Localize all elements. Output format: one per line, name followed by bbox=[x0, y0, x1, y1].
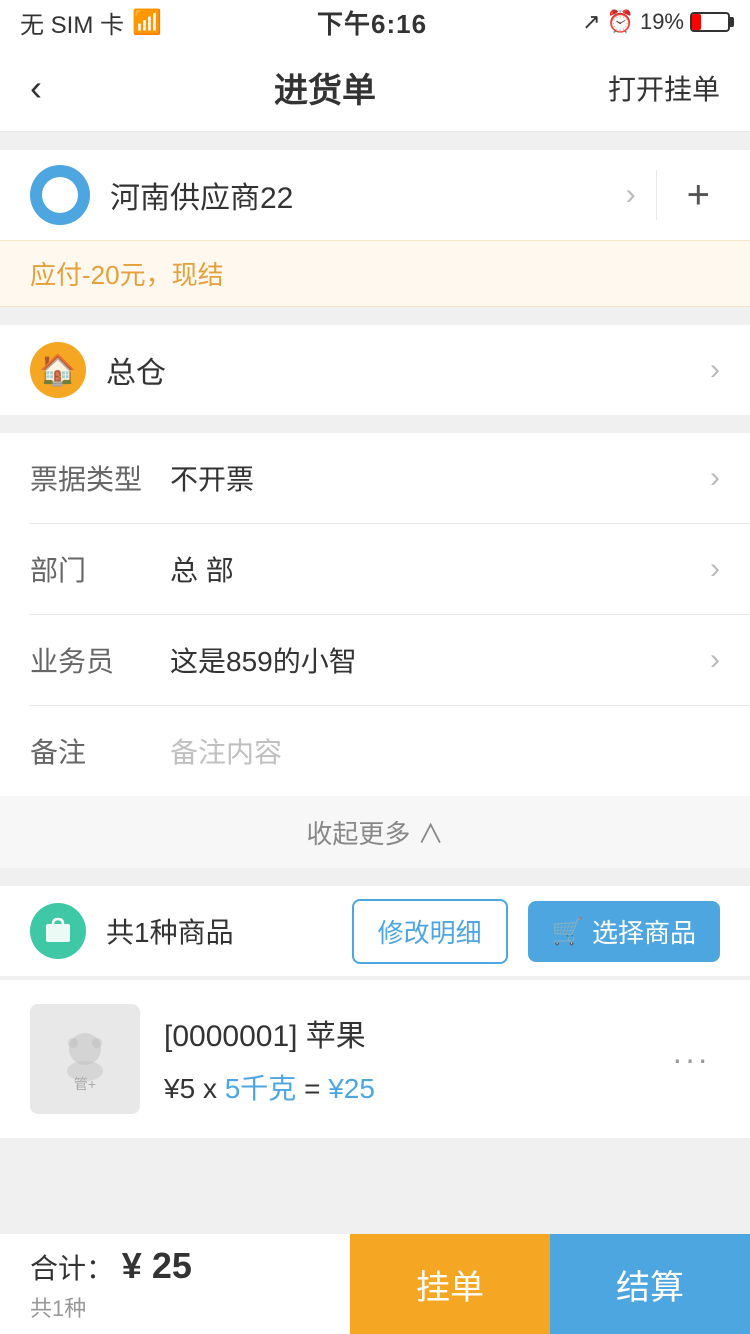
footer-spacer bbox=[0, 1138, 750, 1248]
invoice-label: 票据类型 bbox=[30, 458, 170, 498]
page-title: 进货单 bbox=[274, 63, 376, 112]
dept-label: 部门 bbox=[30, 549, 170, 589]
battery-icon bbox=[690, 12, 730, 32]
carrier-label: 无 SIM 卡 bbox=[20, 5, 124, 40]
dept-chevron-icon: › bbox=[710, 552, 720, 586]
product-header: 共1种商品 修改明细 🛒 选择商品 bbox=[0, 886, 750, 976]
avatar-inner bbox=[42, 177, 78, 213]
invoice-chevron-icon: › bbox=[710, 461, 720, 495]
edit-detail-button[interactable]: 修改明细 bbox=[352, 899, 508, 964]
remark-placeholder[interactable]: 备注内容 bbox=[170, 731, 720, 771]
supplier-section: 河南供应商22 › + 应付-20元，现结 bbox=[0, 150, 750, 307]
remark-row[interactable]: 备注 备注内容 bbox=[0, 706, 750, 796]
total-amount: ¥ 25 bbox=[122, 1245, 192, 1286]
product-thumbnail: 管+ bbox=[30, 1004, 140, 1114]
product-more-button[interactable]: ··· bbox=[662, 1031, 720, 1088]
product-price: ¥5 x 5千克 = ¥25 bbox=[164, 1067, 638, 1107]
back-button[interactable]: ‹ bbox=[30, 67, 42, 109]
product-code: [0000001] bbox=[164, 1020, 306, 1053]
warehouse-icon: 🏠 bbox=[30, 342, 86, 398]
battery-percent: 19% bbox=[640, 9, 684, 35]
svg-text:管+: 管+ bbox=[74, 1076, 96, 1092]
product-details: [0000001] 苹果 ¥5 x 5千克 = ¥25 bbox=[164, 1011, 638, 1107]
supplier-chevron-icon: › bbox=[626, 178, 636, 212]
sales-value: 这是859的小智 bbox=[170, 640, 710, 680]
dept-row[interactable]: 部门 总 部 › bbox=[0, 524, 750, 614]
sales-label: 业务员 bbox=[30, 640, 170, 680]
hang-button[interactable]: 挂单 bbox=[350, 1234, 550, 1334]
supplier-name: 河南供应商22 bbox=[110, 173, 626, 217]
product-item: 管+ [0000001] 苹果 ¥5 x 5千克 = ¥25 ··· bbox=[0, 980, 750, 1138]
footer-total-section: 合计： ¥ 25 共1种 bbox=[0, 1234, 350, 1334]
price-per-unit: ¥5 bbox=[164, 1073, 195, 1104]
product-count: 共1种商品 bbox=[106, 911, 332, 951]
select-product-button[interactable]: 🛒 选择商品 bbox=[528, 901, 720, 962]
warehouse-chevron-icon: › bbox=[710, 353, 720, 387]
sales-row[interactable]: 业务员 这是859的小智 › bbox=[0, 615, 750, 705]
dept-value: 总 部 bbox=[170, 549, 710, 589]
warehouse-section[interactable]: 🏠 总仓 › bbox=[0, 325, 750, 415]
status-right: ↗ ⏰ 19% bbox=[582, 9, 730, 35]
open-pending-button[interactable]: 打开挂单 bbox=[608, 68, 720, 108]
footer-sub-label: 共1种 bbox=[30, 1291, 320, 1323]
wifi-icon: 📶 bbox=[132, 8, 162, 37]
divider-2 bbox=[0, 307, 750, 325]
multiply-sign: x bbox=[203, 1073, 225, 1104]
divider-5 bbox=[0, 976, 750, 978]
divider-4 bbox=[0, 868, 750, 886]
divider-1 bbox=[0, 132, 750, 150]
remark-label: 备注 bbox=[30, 731, 170, 771]
add-supplier-button[interactable]: + bbox=[677, 165, 720, 225]
sales-chevron-icon: › bbox=[710, 643, 720, 677]
collapse-label: 收起更多 ∧ bbox=[306, 814, 443, 851]
nav-bar: ‹ 进货单 打开挂单 bbox=[0, 44, 750, 132]
product-icon bbox=[30, 903, 86, 959]
alarm-icon: ⏰ bbox=[607, 9, 634, 35]
select-product-icon: 🛒 bbox=[552, 916, 584, 947]
supplier-notice: 应付-20元，现结 bbox=[0, 240, 750, 307]
footer-total-line: 合计： ¥ 25 bbox=[30, 1245, 320, 1287]
settle-button[interactable]: 结算 bbox=[550, 1234, 750, 1334]
status-left: 无 SIM 卡 📶 bbox=[20, 5, 162, 40]
supplier-avatar bbox=[30, 165, 90, 225]
select-product-label: 选择商品 bbox=[592, 913, 696, 950]
supplier-vertical-divider bbox=[656, 170, 657, 220]
equals-sign: = bbox=[304, 1073, 328, 1104]
warehouse-row[interactable]: 🏠 总仓 › bbox=[0, 325, 750, 415]
product-name: [0000001] 苹果 bbox=[164, 1011, 638, 1055]
product-total: ¥25 bbox=[328, 1073, 375, 1104]
divider-3 bbox=[0, 415, 750, 433]
invoice-row[interactable]: 票据类型 不开票 › bbox=[0, 433, 750, 523]
warehouse-name: 总仓 bbox=[106, 348, 710, 392]
invoice-value: 不开票 bbox=[170, 458, 710, 498]
footer: 合计： ¥ 25 共1种 挂单 结算 bbox=[0, 1234, 750, 1334]
supplier-row[interactable]: 河南供应商22 › + bbox=[0, 150, 750, 240]
product-quantity: 5千克 bbox=[225, 1073, 297, 1104]
form-section: 票据类型 不开票 › 部门 总 部 › 业务员 这是859的小智 › 备注 备注… bbox=[0, 433, 750, 796]
location-icon: ↗ bbox=[582, 9, 600, 35]
status-bar: 无 SIM 卡 📶 下午6:16 ↗ ⏰ 19% bbox=[0, 0, 750, 44]
total-label: 合计： bbox=[30, 1253, 114, 1284]
collapse-row[interactable]: 收起更多 ∧ bbox=[0, 796, 750, 868]
status-time: 下午6:16 bbox=[317, 4, 427, 41]
